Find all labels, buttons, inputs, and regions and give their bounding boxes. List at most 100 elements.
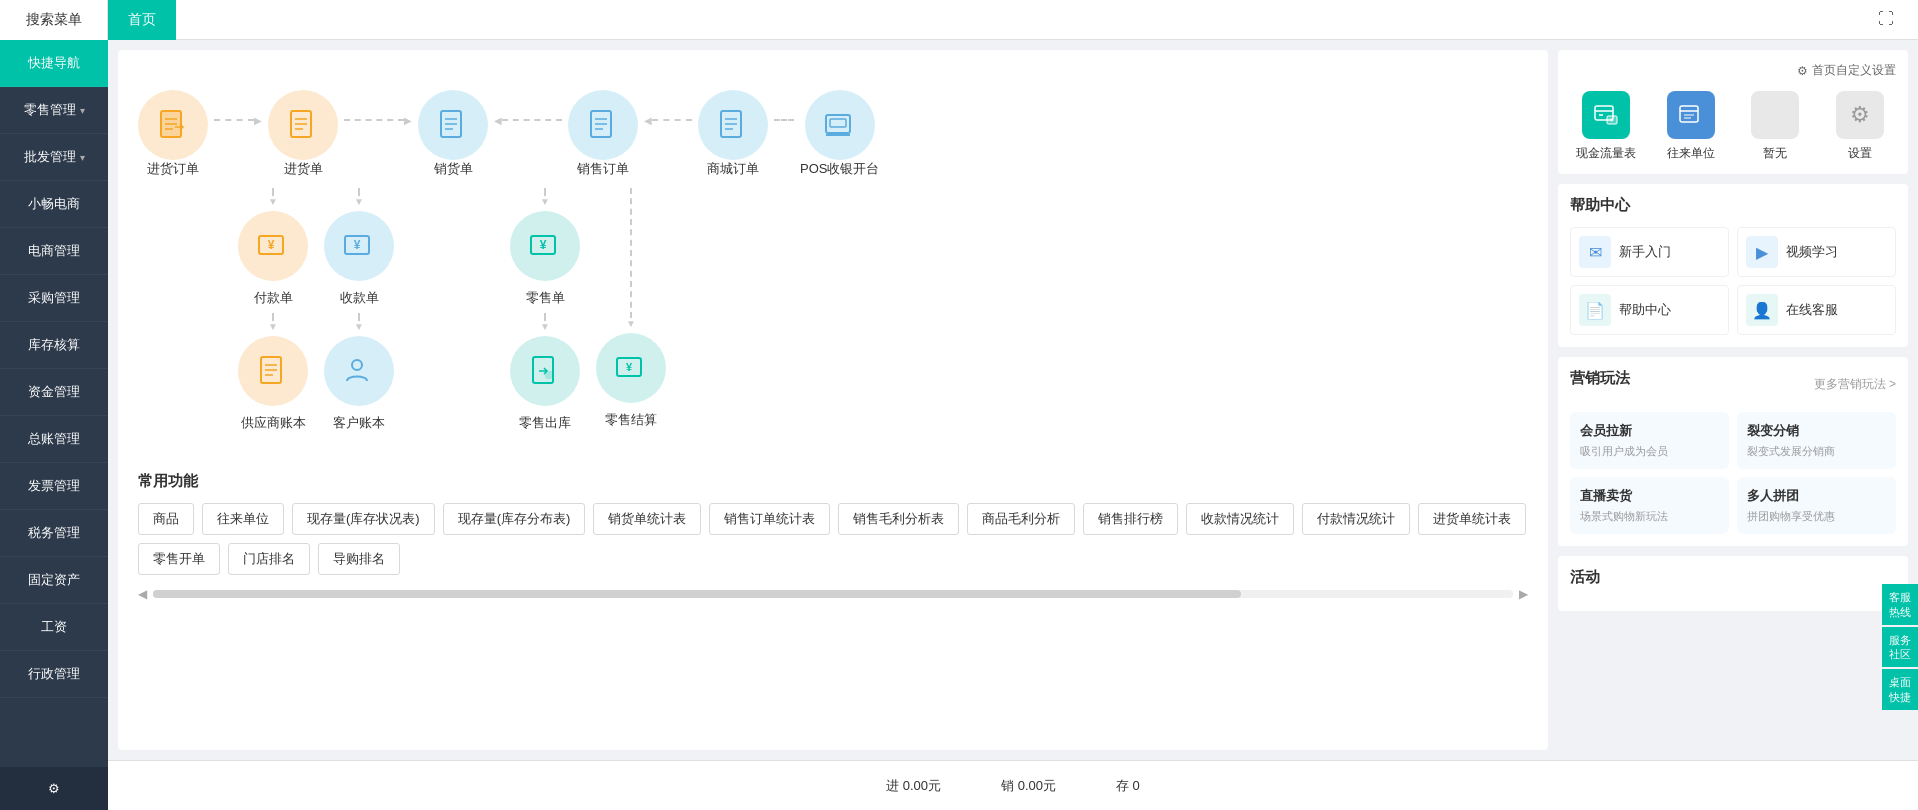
quick-nav-none[interactable]: 暂无 — [1739, 91, 1812, 162]
flow-node-purchase-order[interactable]: 进货订单 — [138, 90, 208, 178]
sidebar-item-ledger[interactable]: 总账管理 — [0, 416, 108, 463]
marketing-item-member[interactable]: 会员拉新 吸引用户成为会员 — [1570, 412, 1729, 469]
sidebar-item-purchase[interactable]: 采购管理 — [0, 275, 108, 322]
flow-node-payment-bill[interactable]: ¥ 付款单 — [238, 211, 308, 307]
sidebar-item-invoice[interactable]: 发票管理 — [0, 463, 108, 510]
settings-icon: ⚙ — [1836, 91, 1884, 139]
flow-node-sales-bill[interactable]: 销货单 — [418, 90, 488, 178]
svg-text:¥: ¥ — [540, 238, 547, 252]
scrollbar-thumb[interactable] — [153, 590, 1241, 598]
scroll-left-arrow[interactable]: ◀ — [138, 587, 147, 601]
marketing-group-desc: 拼团购物享受优惠 — [1747, 509, 1886, 524]
quick-nav-units[interactable]: 往来单位 — [1655, 91, 1728, 162]
help-grid: ✉ 新手入门 ▶ 视频学习 📄 帮助中心 👤 — [1570, 227, 1896, 335]
flow-node-sales-order[interactable]: 销售订单 — [568, 90, 638, 178]
quick-btn-payment-stat[interactable]: 付款情况统计 — [1302, 503, 1410, 535]
marketing-live-desc: 场景式购物新玩法 — [1580, 509, 1719, 524]
fullscreen-button[interactable]: ⛶ — [1878, 10, 1898, 30]
quick-functions-title: 常用功能 — [138, 472, 1528, 491]
marketing-group-title: 多人拼团 — [1747, 487, 1886, 505]
sidebar-item-assets[interactable]: 固定资产 — [0, 557, 108, 604]
marketing-member-title: 会员拉新 — [1580, 422, 1719, 440]
flow-node-retail-settlement[interactable]: ¥ 零售结算 — [596, 333, 666, 429]
sidebar-item-admin[interactable]: 行政管理 — [0, 651, 108, 698]
marketing-item-fission[interactable]: 裂变分销 裂变式发展分销商 — [1737, 412, 1896, 469]
help-item-beginner[interactable]: ✉ 新手入门 — [1570, 227, 1729, 277]
quick-btn-store-rank[interactable]: 门店排名 — [228, 543, 310, 575]
sidebar-item-finance[interactable]: 资金管理 — [0, 369, 108, 416]
bottom-purchase: 进 0.00元 — [886, 777, 941, 795]
activity-title: 活动 — [1570, 568, 1896, 587]
marketing-item-live[interactable]: 直播卖货 场景式购物新玩法 — [1570, 477, 1729, 534]
side-community[interactable]: 服务社区 — [1882, 627, 1918, 668]
sidebar-item-retail[interactable]: 零售管理 ▾ — [0, 87, 108, 134]
none-icon — [1751, 91, 1799, 139]
quick-btn-purchase-stat[interactable]: 进货单统计表 — [1418, 503, 1526, 535]
sidebar-item-wholesale[interactable]: 批发管理 ▾ — [0, 134, 108, 181]
sidebar-item-payroll[interactable]: 工资 — [0, 604, 108, 651]
side-customer-service[interactable]: 客服热线 — [1882, 584, 1918, 625]
help-item-video[interactable]: ▶ 视频学习 — [1737, 227, 1896, 277]
bottom-bar: 进 0.00元 销 0.00元 存 0 — [108, 760, 1918, 810]
flow-diagram: 进货订单 ▶ — [138, 70, 1528, 472]
scrollbar-track[interactable] — [153, 590, 1513, 598]
quick-nav-section: ⚙ 首页自定义设置 ¥ — [1558, 50, 1908, 174]
helpcenter-icon: 📄 — [1579, 294, 1611, 326]
sidebar-item-quicknav[interactable]: 快捷导航 — [0, 40, 108, 87]
side-desktop[interactable]: 桌面快捷 — [1882, 669, 1918, 710]
quick-btn-receipt-stat[interactable]: 收款情况统计 — [1186, 503, 1294, 535]
horizontal-scrollbar[interactable]: ◀ ▶ — [138, 587, 1528, 601]
bottom-sales: 销 0.00元 — [1001, 777, 1056, 795]
quick-btn-order-stat[interactable]: 销售订单统计表 — [709, 503, 830, 535]
flow-node-purchase-bill[interactable]: 进货单 — [268, 90, 338, 178]
flow-node-supplier-account[interactable]: 供应商账本 — [238, 336, 308, 432]
settings-gear-icon: ⚙ — [1797, 64, 1808, 78]
sidebar-settings-button[interactable]: ⚙ — [0, 767, 108, 810]
marketing-item-group[interactable]: 多人拼团 拼团购物享受优惠 — [1737, 477, 1896, 534]
svg-rect-44 — [1680, 106, 1698, 122]
sidebar-item-tax[interactable]: 税务管理 — [0, 510, 108, 557]
svg-point-36 — [545, 371, 553, 379]
help-section: 帮助中心 ✉ 新手入门 ▶ 视频学习 📄 帮助中心 — [1558, 184, 1908, 347]
beginner-label: 新手入门 — [1619, 243, 1671, 261]
quick-nav-settings[interactable]: ⚙ 设置 — [1824, 91, 1897, 162]
units-label: 往来单位 — [1667, 145, 1715, 162]
left-panel: 进货订单 ▶ — [118, 50, 1548, 750]
quick-btn-sales-profit[interactable]: 销售毛利分析表 — [838, 503, 959, 535]
quick-btn-retail-order[interactable]: 零售开单 — [138, 543, 220, 575]
quick-btn-sales-rank[interactable]: 销售排行榜 — [1083, 503, 1178, 535]
help-title: 帮助中心 — [1570, 196, 1896, 215]
flow-node-retail-bill[interactable]: ¥ 零售单 — [510, 211, 580, 307]
quick-nav-cashflow[interactable]: ¥ 现金流量表 — [1570, 91, 1643, 162]
svg-text:¥: ¥ — [354, 238, 361, 252]
flow-node-pos[interactable]: POS收银开台 — [800, 90, 879, 178]
flow-node-retail-outbound[interactable]: 零售出库 — [510, 336, 580, 432]
more-marketing-link[interactable]: 更多营销玩法 > — [1814, 376, 1896, 393]
video-icon: ▶ — [1746, 236, 1778, 268]
sidebar-item-inventory[interactable]: 库存核算 — [0, 322, 108, 369]
help-item-service[interactable]: 👤 在线客服 — [1737, 285, 1896, 335]
sidebar-item-ecommerce[interactable]: 电商管理 — [0, 228, 108, 275]
flow-node-receipt-bill[interactable]: ¥ 收款单 — [324, 211, 394, 307]
marketing-title: 营销玩法 — [1570, 369, 1630, 388]
quick-btn-goods[interactable]: 商品 — [138, 503, 194, 535]
sidebar: 快捷导航 零售管理 ▾ 批发管理 ▾ 小畅电商 电商管理 采购管理 库存核算 资… — [0, 40, 108, 810]
homepage-settings-link[interactable]: ⚙ 首页自定义设置 — [1797, 62, 1896, 79]
quick-btn-sales-stat[interactable]: 销货单统计表 — [593, 503, 701, 535]
flow-node-mall-order[interactable]: 商城订单 — [698, 90, 768, 178]
home-tab[interactable]: 首页 — [108, 0, 176, 40]
scroll-right-arrow[interactable]: ▶ — [1519, 587, 1528, 601]
search-menu-button[interactable]: 搜索菜单 — [0, 0, 108, 40]
quick-btn-stock1[interactable]: 现存量(库存状况表) — [292, 503, 435, 535]
activity-section: 活动 — [1558, 556, 1908, 611]
svg-text:¥: ¥ — [268, 238, 275, 252]
sidebar-item-ecommerce-small[interactable]: 小畅电商 — [0, 181, 108, 228]
flow-node-customer-account[interactable]: 客户账本 — [324, 336, 394, 432]
quick-btn-stock2[interactable]: 现存量(库存分布表) — [443, 503, 586, 535]
quick-btn-goods-profit[interactable]: 商品毛利分析 — [967, 503, 1075, 535]
quick-btn-units[interactable]: 往来单位 — [202, 503, 284, 535]
units-icon — [1667, 91, 1715, 139]
help-item-helpcenter[interactable]: 📄 帮助中心 — [1570, 285, 1729, 335]
quick-btn-guide-rank[interactable]: 导购排名 — [318, 543, 400, 575]
marketing-member-desc: 吸引用户成为会员 — [1580, 444, 1719, 459]
